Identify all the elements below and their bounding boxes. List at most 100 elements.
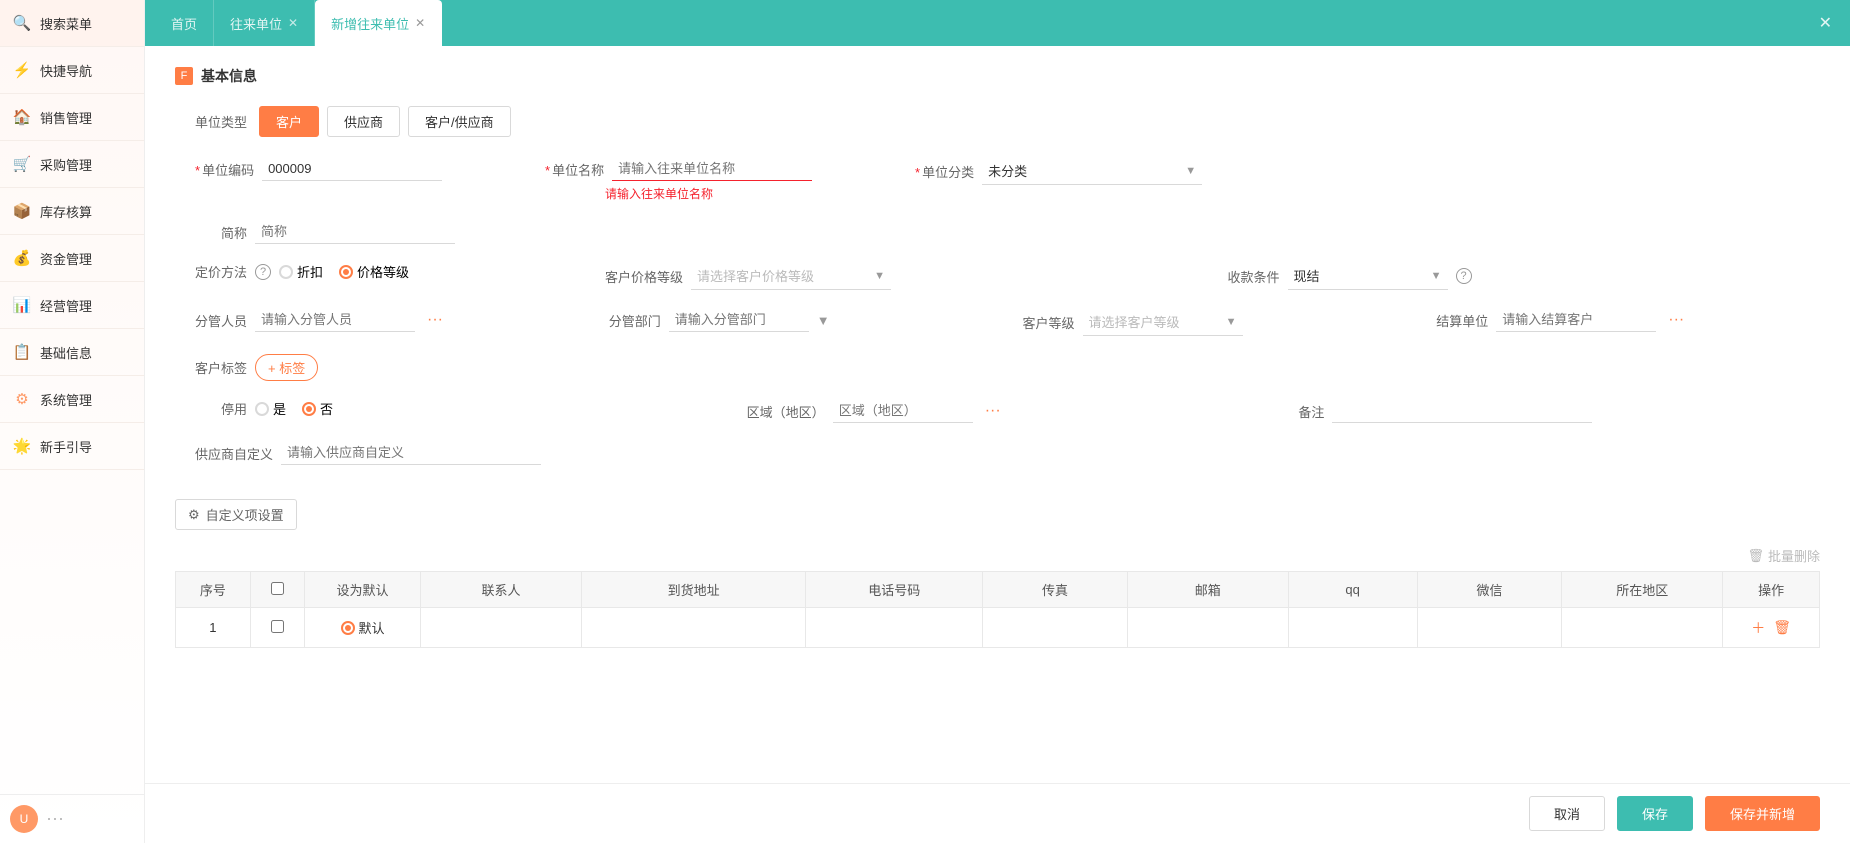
tab-new-counterpart[interactable]: 新增往来单位 ✕ bbox=[315, 0, 442, 46]
avatar: U bbox=[10, 805, 38, 833]
type-btn-supplier[interactable]: 供应商 bbox=[327, 106, 400, 137]
col-seq: 序号 bbox=[176, 572, 251, 608]
col-address: 到货地址 bbox=[581, 572, 805, 608]
main-area: 首页 往来单位 ✕ 新增往来单位 ✕ ✕ F 基本信息 单位类型 bbox=[145, 0, 1850, 843]
unit-name-error: 请输入往来单位名称 bbox=[605, 187, 713, 201]
address-input[interactable] bbox=[634, 616, 754, 639]
settlement-unit-input[interactable] bbox=[1496, 308, 1656, 332]
payment-help-icon[interactable]: ? bbox=[1456, 268, 1472, 284]
customer-level-label: 客户等级 bbox=[1023, 313, 1075, 332]
cell-fax[interactable] bbox=[983, 608, 1128, 648]
add-row-icon[interactable]: ＋ bbox=[1751, 618, 1765, 638]
customer-price-select[interactable]: 请选择客户价格等级 ▼ bbox=[691, 262, 891, 290]
region-ellipsis-btn[interactable]: ··· bbox=[981, 402, 1005, 420]
delete-row-icon[interactable]: 🗑 bbox=[1773, 619, 1791, 636]
email-input[interactable] bbox=[1168, 616, 1248, 639]
radio-yes[interactable]: 是 bbox=[255, 399, 286, 418]
radio-no-circle bbox=[302, 402, 316, 416]
disabled-label: 停用 bbox=[195, 399, 247, 418]
type-btn-customer[interactable]: 客户 bbox=[259, 106, 319, 137]
settlement-unit-ellipsis-btn[interactable]: ··· bbox=[1664, 311, 1688, 329]
form-content: F 基本信息 单位类型 客户 供应商 客户/供应商 bbox=[145, 46, 1850, 783]
settlement-unit-label: 结算单位 bbox=[1436, 311, 1488, 330]
basic-info-icon: 📋 bbox=[12, 342, 32, 362]
region-input[interactable] bbox=[833, 399, 973, 423]
tab-counterpart-close[interactable]: ✕ bbox=[288, 17, 298, 29]
sidebar-item-inventory[interactable]: 📦 库存核算 bbox=[0, 188, 144, 235]
unit-category-group: *单位分类 未分类 ▼ bbox=[915, 157, 1820, 185]
payment-terms-select[interactable]: 现结 ▼ bbox=[1288, 262, 1448, 290]
chevron-down-icon: ▼ bbox=[1226, 316, 1237, 328]
col-email: 邮箱 bbox=[1127, 572, 1288, 608]
sidebar-item-sales[interactable]: 🏠 销售管理 bbox=[0, 94, 144, 141]
cell-address[interactable] bbox=[581, 608, 805, 648]
sidebar-item-purchase[interactable]: 🛒 采购管理 bbox=[0, 141, 144, 188]
footer-bar: 取消 保存 保存并新增 bbox=[145, 783, 1850, 843]
manager-input[interactable] bbox=[255, 308, 415, 332]
save-button[interactable]: 保存 bbox=[1617, 796, 1693, 831]
cell-seq: 1 bbox=[176, 608, 251, 648]
select-all-checkbox[interactable] bbox=[271, 582, 284, 595]
sidebar-item-quick-nav[interactable]: ⚡ 快捷导航 bbox=[0, 47, 144, 94]
pricing-method-label: 定价方法 bbox=[195, 262, 247, 281]
phone-input[interactable] bbox=[849, 616, 939, 639]
radio-no[interactable]: 否 bbox=[302, 399, 333, 418]
cell-email[interactable] bbox=[1127, 608, 1288, 648]
manager-ellipsis-btn[interactable]: ··· bbox=[423, 311, 447, 329]
contact-input[interactable] bbox=[461, 616, 541, 639]
cell-qq[interactable] bbox=[1288, 608, 1417, 648]
unit-type-label: 单位类型 bbox=[195, 112, 247, 131]
sidebar-item-guide[interactable]: 🌟 新手引导 bbox=[0, 423, 144, 470]
supplier-custom-input[interactable] bbox=[281, 441, 541, 465]
customer-tag-label: 客户标签 bbox=[195, 358, 247, 377]
add-tag-button[interactable]: + 标签 bbox=[255, 354, 318, 381]
tab-new-counterpart-close[interactable]: ✕ bbox=[415, 17, 425, 29]
custom-settings-button[interactable]: ⚙ 自定义项设置 bbox=[175, 499, 297, 530]
sidebar-item-finance[interactable]: 💰 资金管理 bbox=[0, 235, 144, 282]
unit-code-input[interactable] bbox=[262, 157, 442, 181]
type-btn-both[interactable]: 客户/供应商 bbox=[408, 106, 511, 137]
cancel-button[interactable]: 取消 bbox=[1529, 796, 1605, 831]
col-action: 操作 bbox=[1723, 572, 1820, 608]
sidebar-item-basic-info[interactable]: 📋 基础信息 bbox=[0, 329, 144, 376]
unit-category-select[interactable]: 未分类 ▼ bbox=[982, 157, 1202, 185]
tab-counterpart[interactable]: 往来单位 ✕ bbox=[214, 0, 315, 46]
batch-delete-button[interactable]: 🗑 批量删除 bbox=[1747, 546, 1820, 565]
qq-input[interactable] bbox=[1323, 616, 1383, 639]
wechat-input[interactable] bbox=[1454, 616, 1524, 639]
cell-region[interactable] bbox=[1562, 608, 1723, 648]
pricing-method-group: 定价方法 ? 折扣 价格等级 bbox=[195, 262, 575, 281]
customer-price-placeholder: 请选择客户价格等级 bbox=[697, 266, 814, 285]
short-name-input[interactable] bbox=[255, 220, 455, 244]
cell-checkbox[interactable] bbox=[250, 608, 304, 648]
fax-input[interactable] bbox=[1020, 616, 1090, 639]
department-input[interactable] bbox=[669, 308, 809, 332]
row-checkbox[interactable] bbox=[271, 620, 284, 633]
disabled-group: 停用 是 否 bbox=[195, 399, 717, 418]
unit-name-label: *单位名称 bbox=[545, 160, 604, 179]
sidebar-item-operations[interactable]: 📊 经营管理 bbox=[0, 282, 144, 329]
col-qq: qq bbox=[1288, 572, 1417, 608]
remark-input[interactable] bbox=[1332, 399, 1592, 423]
sidebar-item-system[interactable]: ⚙ 系统管理 bbox=[0, 376, 144, 423]
help-icon[interactable]: ? bbox=[255, 264, 271, 280]
unit-name-input[interactable] bbox=[612, 157, 812, 181]
customer-level-select[interactable]: 请选择客户等级 ▼ bbox=[1083, 308, 1243, 336]
unit-type-group: 单位类型 客户 供应商 客户/供应商 bbox=[195, 106, 1820, 137]
save-new-button[interactable]: 保存并新增 bbox=[1705, 796, 1820, 831]
payment-terms-value: 现结 bbox=[1294, 266, 1320, 285]
tab-home[interactable]: 首页 bbox=[155, 0, 214, 46]
region-input[interactable] bbox=[1602, 616, 1682, 639]
customer-level-group: 客户等级 请选择客户等级 ▼ bbox=[1023, 308, 1407, 336]
unit-name-group: *单位名称 请输入往来单位名称 bbox=[545, 157, 885, 202]
cell-contact[interactable] bbox=[421, 608, 582, 648]
radio-discount[interactable]: 折扣 bbox=[279, 262, 323, 281]
radio-price-level[interactable]: 价格等级 bbox=[339, 262, 409, 281]
tab-bar: 首页 往来单位 ✕ 新增往来单位 ✕ ✕ bbox=[145, 0, 1850, 46]
window-close-icon[interactable]: ✕ bbox=[1811, 13, 1840, 33]
department-group: 分管部门 ▼ bbox=[609, 308, 993, 332]
cell-wechat[interactable] bbox=[1417, 608, 1562, 648]
cell-phone[interactable] bbox=[806, 608, 983, 648]
default-radio[interactable] bbox=[341, 621, 355, 635]
sidebar-item-search[interactable]: 🔍 搜索菜单 bbox=[0, 0, 144, 47]
